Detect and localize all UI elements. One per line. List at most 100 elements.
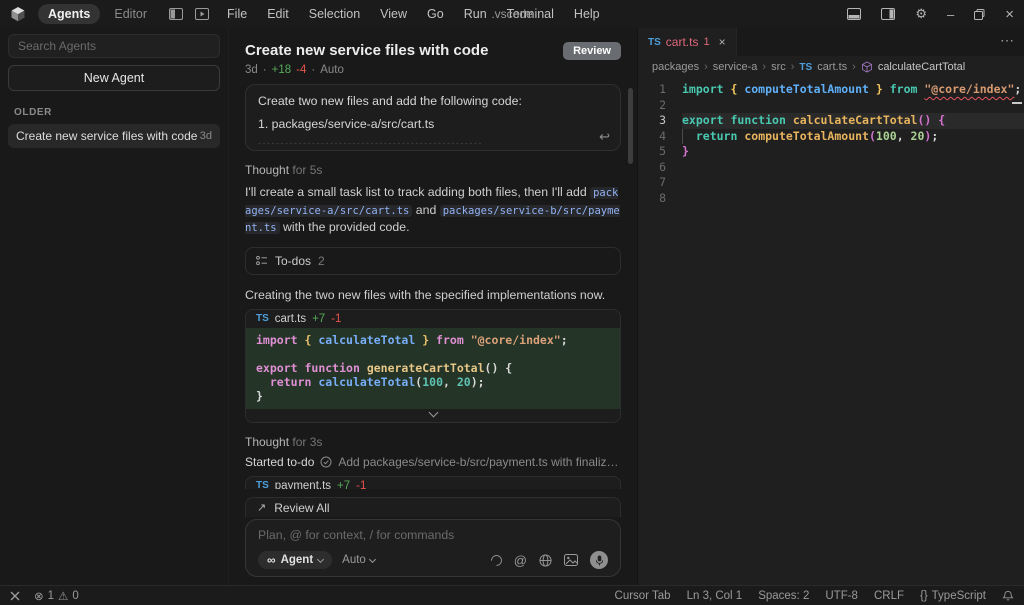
editor-code-lines: import { computeTotalAmount } from "@cor… xyxy=(666,82,1024,206)
breadcrumb-cart-ts[interactable]: cart.ts xyxy=(817,61,847,73)
bell-icon[interactable] xyxy=(1002,590,1014,602)
editor-gutter: 12345678 xyxy=(638,82,666,206)
search-agents-input[interactable] xyxy=(8,34,220,58)
restore-icon[interactable] xyxy=(974,9,985,20)
gutter-line-6: 6 xyxy=(638,160,666,176)
minimize-icon[interactable]: – xyxy=(947,7,954,22)
at-mention-icon[interactable]: @ xyxy=(514,553,527,568)
cursor-tab-status[interactable]: Cursor Tab xyxy=(615,590,671,602)
todos-collapsible[interactable]: To-dos 2 xyxy=(245,247,621,275)
review-button[interactable]: Review xyxy=(563,42,621,60)
gear-icon[interactable]: ⚙ xyxy=(915,6,927,22)
eol-status[interactable]: CRLF xyxy=(874,590,904,602)
layout-sidebar-icon[interactable] xyxy=(169,8,183,20)
gutter-line-4: 4 xyxy=(638,129,666,145)
thought-label[interactable]: Thought for 3s xyxy=(245,435,621,449)
model-selector-label: Auto xyxy=(342,554,366,566)
menu-item-file[interactable]: File xyxy=(219,5,255,23)
chat-scrollbar-thumb[interactable] xyxy=(628,88,633,164)
user-message-line: 1. packages/service-a/src/cart.ts xyxy=(258,116,608,133)
code-line xyxy=(682,191,1024,207)
chat-title: Create new service files with code xyxy=(245,42,488,59)
globe-icon[interactable] xyxy=(539,554,552,567)
menu-item-view[interactable]: View xyxy=(372,5,415,23)
close-icon[interactable]: × xyxy=(1005,6,1014,23)
code-card-header[interactable]: TS payment.ts +7 -1 xyxy=(246,477,620,490)
code-line: import { computeTotalAmount } from "@cor… xyxy=(682,82,1024,98)
thought-label[interactable]: Thought for 5s xyxy=(245,163,621,177)
line-col-status[interactable]: Ln 3, Col 1 xyxy=(687,590,743,602)
assistant-status-text: Creating the two new files with the spec… xyxy=(245,288,621,302)
meta-sep: · xyxy=(311,64,315,76)
menu-item-run[interactable]: Run xyxy=(456,5,495,23)
model-selector[interactable]: Auto xyxy=(342,554,375,566)
thought-duration: for 5s xyxy=(292,163,322,177)
tab-agents[interactable]: Agents xyxy=(38,4,100,24)
overview-ruler-marker xyxy=(1012,102,1022,104)
chat-scroll-area: Create new service files with code Revie… xyxy=(245,28,621,489)
code-card-header[interactable]: TS cart.ts +7 -1 xyxy=(246,310,620,328)
ts-file-icon: TS xyxy=(256,313,269,324)
user-message-box: Create two new files and add the followi… xyxy=(245,84,621,151)
review-all-label: Review All xyxy=(274,501,329,515)
code-card-payment: TS payment.ts +7 -1 import { calculateTo… xyxy=(245,476,621,490)
paragraph-text: with the provided code. xyxy=(280,220,410,234)
gutter-line-3: 3 xyxy=(638,113,666,129)
tab-close-icon[interactable]: × xyxy=(719,35,726,49)
breadcrumb-symbol[interactable]: calculateCartTotal xyxy=(878,61,965,73)
chat-input-box[interactable]: ∞ Agent Auto @ xyxy=(245,519,621,577)
meta-mode: Auto xyxy=(320,64,344,76)
older-section-label: OLDER xyxy=(14,107,214,118)
code-line: return calculateTotal(100, 20); xyxy=(256,375,610,389)
thought-duration: for 3s xyxy=(292,435,322,449)
language-status[interactable]: {} TypeScript xyxy=(920,590,986,602)
code-editor[interactable]: 12345678 import { computeTotalAmount } f… xyxy=(638,78,1024,206)
breadcrumb-src[interactable]: src xyxy=(771,61,786,73)
chat-meta: 3d · +18 -4 · Auto xyxy=(245,64,621,76)
statusbar: ⊗ 1 ⚠ 0 Cursor Tab Ln 3, Col 1 Spaces: 2… xyxy=(0,585,1024,605)
layout-panel-run-icon[interactable] xyxy=(195,8,209,20)
braces-icon: {} xyxy=(920,590,928,602)
todos-label: To-dos xyxy=(275,254,311,268)
more-actions-icon[interactable]: ⋯ xyxy=(1000,32,1014,49)
breadcrumb-sep-icon: › xyxy=(704,61,708,73)
menu-item-selection[interactable]: Selection xyxy=(301,5,368,23)
expand-code-button[interactable] xyxy=(246,409,620,422)
encoding-status[interactable]: UTF-8 xyxy=(825,590,858,602)
tab-cart-ts[interactable]: TS cart.ts 1 × xyxy=(638,28,737,56)
menu-item-go[interactable]: Go xyxy=(419,5,452,23)
indentation-status[interactable]: Spaces: 2 xyxy=(758,590,809,602)
panel-bottom-icon[interactable] xyxy=(847,8,861,20)
ts-file-icon: TS xyxy=(648,37,661,48)
agent-mode-selector[interactable]: ∞ Agent xyxy=(258,551,332,569)
window-title: .vscode xyxy=(491,7,532,21)
review-all-bar[interactable]: ↗ Review All xyxy=(245,497,621,517)
problems-indicator[interactable]: ⊗ 1 ⚠ 0 xyxy=(34,589,79,603)
code-card-filename: cart.ts xyxy=(275,313,306,325)
menu-item-help[interactable]: Help xyxy=(566,5,608,23)
infinity-icon: ∞ xyxy=(267,553,276,567)
agent-list-item[interactable]: Create new service files with code 3d xyxy=(8,124,220,148)
remote-icon[interactable] xyxy=(10,591,20,601)
breadcrumb: packages › service-a › src › TS cart.ts … xyxy=(638,56,1024,78)
undo-icon[interactable]: ↩ xyxy=(599,128,610,145)
code-card-filename: payment.ts xyxy=(275,480,331,490)
mic-button[interactable] xyxy=(590,551,608,569)
paragraph-text: and xyxy=(412,203,439,217)
breadcrumb-packages[interactable]: packages xyxy=(652,61,699,73)
panel-right-icon[interactable] xyxy=(881,8,895,20)
agent-chat-panel: Create new service files with code Revie… xyxy=(228,28,637,585)
warning-count: 0 xyxy=(72,590,78,602)
menu-item-edit[interactable]: Edit xyxy=(259,5,297,23)
gutter-line-8: 8 xyxy=(638,191,666,207)
code-line: } xyxy=(682,144,1024,160)
chevron-down-icon xyxy=(369,555,376,562)
code-line xyxy=(682,98,1024,114)
chat-input[interactable] xyxy=(258,528,608,542)
tab-editor[interactable]: Editor xyxy=(104,4,157,24)
image-attach-icon[interactable] xyxy=(564,554,578,566)
new-agent-button[interactable]: New Agent xyxy=(8,65,220,91)
breadcrumb-service-a[interactable]: service-a xyxy=(713,61,758,73)
assistant-paragraph: I'll create a small task list to track a… xyxy=(245,184,621,237)
user-message-line: Create two new files and add the followi… xyxy=(258,93,608,110)
